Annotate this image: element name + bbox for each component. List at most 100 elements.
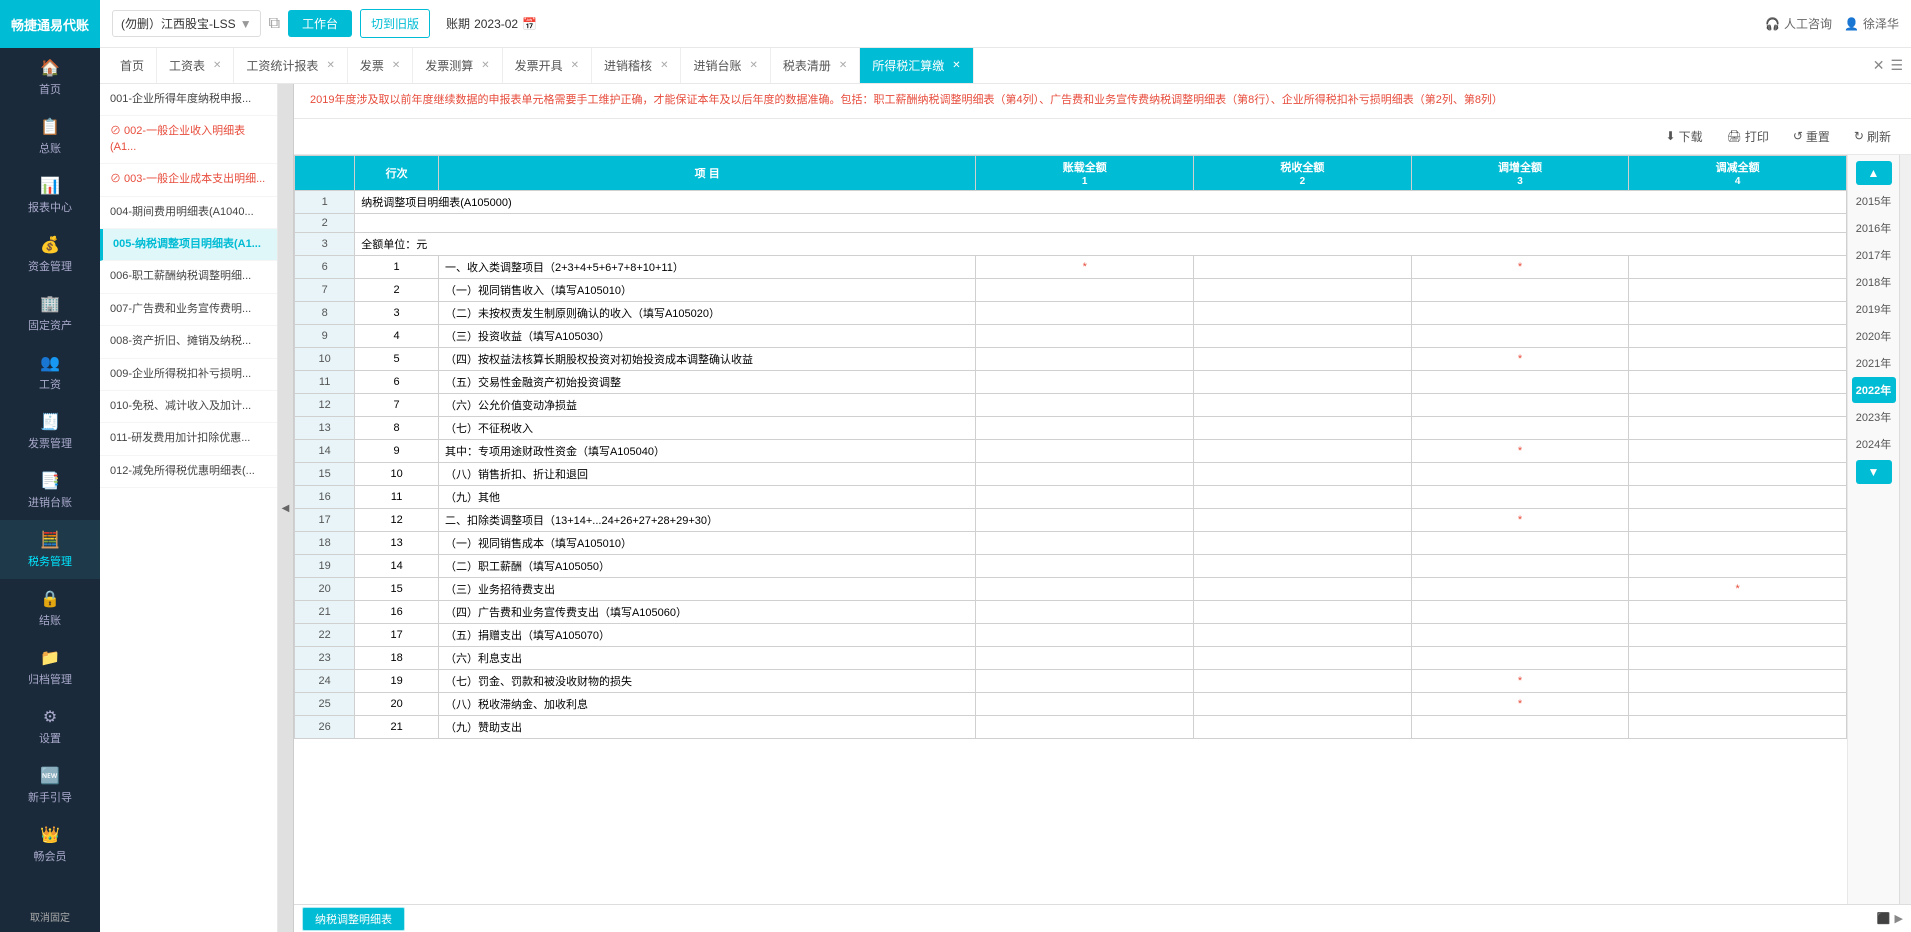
download-button[interactable]: ⬇ 下载: [1658, 125, 1711, 148]
left-panel-item-tax-reduce[interactable]: 009-企业所得税扣补亏损明...: [100, 359, 277, 391]
col3-cell-17[interactable]: [1411, 646, 1629, 669]
col4-cell-14[interactable]: *: [1629, 577, 1847, 600]
left-panel-item-corp-income[interactable]: 001-企业所得年度纳税申报...: [100, 84, 277, 116]
col1-cell-18[interactable]: [976, 669, 1194, 692]
col1-cell-1[interactable]: [976, 278, 1194, 301]
sidebar-item-vip[interactable]: 👑畅会员: [0, 815, 100, 874]
sidebar-item-tax-mgmt[interactable]: 🧮税务管理: [0, 520, 100, 579]
col4-cell-13[interactable]: [1629, 554, 1847, 577]
col1-cell-8[interactable]: [976, 439, 1194, 462]
close-all-tabs-button[interactable]: ✕: [1873, 57, 1885, 74]
col4-cell-8[interactable]: [1629, 439, 1847, 462]
sidebar-item-general-ledger[interactable]: 📋总账: [0, 107, 100, 166]
col2-cell-9[interactable]: [1194, 462, 1412, 485]
col1-cell-6[interactable]: [976, 393, 1194, 416]
tab-invoice-open[interactable]: 发票开具✕: [503, 48, 592, 84]
col1-cell-19[interactable]: [976, 692, 1194, 715]
tab-tax-clear[interactable]: 税表清册✕: [771, 48, 860, 84]
col4-cell-1[interactable]: [1629, 278, 1847, 301]
sidebar-item-close-period[interactable]: 🔒结账: [0, 579, 100, 638]
col2-cell-15[interactable]: [1194, 600, 1412, 623]
left-panel-item-asset-deprec[interactable]: 008-资产折旧、摊销及纳税...: [100, 326, 277, 358]
col3-cell-13[interactable]: [1411, 554, 1629, 577]
col1-cell-11[interactable]: [976, 508, 1194, 531]
col1-cell-3[interactable]: [976, 324, 1194, 347]
col2-cell-1[interactable]: [1194, 278, 1412, 301]
col2-cell-13[interactable]: [1194, 554, 1412, 577]
tab-payroll[interactable]: 工资表✕: [157, 48, 234, 84]
col2-cell-14[interactable]: [1194, 577, 1412, 600]
col3-cell-14[interactable]: [1411, 577, 1629, 600]
col3-cell-2[interactable]: [1411, 301, 1629, 324]
col4-cell-5[interactable]: [1629, 370, 1847, 393]
sidebar-item-fixed-assets[interactable]: 🏢固定资产: [0, 284, 100, 343]
col3-cell-19[interactable]: *: [1411, 692, 1629, 715]
tab-inbound-ledger[interactable]: 进销台账✕: [681, 48, 770, 84]
col3-cell-8[interactable]: *: [1411, 439, 1629, 462]
copy-icon[interactable]: ⧉: [269, 15, 280, 33]
year-item-2021年[interactable]: 2021年: [1852, 350, 1896, 376]
old-version-button[interactable]: 切到旧版: [360, 9, 430, 38]
col3-cell-15[interactable]: [1411, 600, 1629, 623]
year-item-2018年[interactable]: 2018年: [1852, 269, 1896, 295]
col4-cell-16[interactable]: [1629, 623, 1847, 646]
year-item-2017年[interactable]: 2017年: [1852, 242, 1896, 268]
sidebar-item-payroll[interactable]: 👥工资: [0, 343, 100, 402]
col3-cell-18[interactable]: *: [1411, 669, 1629, 692]
col1-cell-9[interactable]: [976, 462, 1194, 485]
col4-cell-19[interactable]: [1629, 692, 1847, 715]
col1-cell-4[interactable]: [976, 347, 1194, 370]
col2-cell-8[interactable]: [1194, 439, 1412, 462]
col2-cell-5[interactable]: [1194, 370, 1412, 393]
col4-cell-12[interactable]: [1629, 531, 1847, 554]
tab-close-inbound-check[interactable]: ✕: [660, 60, 668, 71]
sidebar-item-new-guide[interactable]: 🆕新手引导: [0, 756, 100, 815]
col3-cell-16[interactable]: [1411, 623, 1629, 646]
col3-cell-11[interactable]: *: [1411, 508, 1629, 531]
left-panel-item-period-fee[interactable]: 004-期间费用明细表(A1040...: [100, 197, 277, 229]
col4-cell-0[interactable]: [1629, 255, 1847, 278]
bottom-tab-tax-adjust-detail[interactable]: 纳税调整明细表: [302, 907, 405, 931]
sidebar-item-invoice-mgmt[interactable]: 🧾发票管理: [0, 402, 100, 461]
col1-cell-17[interactable]: [976, 646, 1194, 669]
year-item-2019年[interactable]: 2019年: [1852, 296, 1896, 322]
company-select[interactable]: (勿删）江西股宝-LSS ▼: [112, 10, 261, 37]
col1-cell-13[interactable]: [976, 554, 1194, 577]
col1-cell-14[interactable]: [976, 577, 1194, 600]
col2-cell-16[interactable]: [1194, 623, 1412, 646]
workbench-button[interactable]: 工作台: [288, 10, 352, 37]
tab-close-payroll-report[interactable]: ✕: [326, 60, 334, 71]
col2-cell-6[interactable]: [1194, 393, 1412, 416]
col2-cell-0[interactable]: [1194, 255, 1412, 278]
user-menu[interactable]: 👤 徐泽华: [1844, 15, 1899, 32]
print-button[interactable]: 🖨 打印: [1719, 125, 1777, 148]
col4-cell-17[interactable]: [1629, 646, 1847, 669]
tab-invoice[interactable]: 发票✕: [348, 48, 413, 84]
col1-cell-10[interactable]: [976, 485, 1194, 508]
col1-cell-2[interactable]: [976, 301, 1194, 324]
col3-cell-9[interactable]: [1411, 462, 1629, 485]
tab-close-invoice-calc[interactable]: ✕: [481, 60, 489, 71]
col1-cell-12[interactable]: [976, 531, 1194, 554]
col3-cell-6[interactable]: [1411, 393, 1629, 416]
year-item-2016年[interactable]: 2016年: [1852, 215, 1896, 241]
year-item-2023年[interactable]: 2023年: [1852, 404, 1896, 430]
year-up-button[interactable]: ▲: [1856, 161, 1892, 185]
col3-cell-7[interactable]: [1411, 416, 1629, 439]
col3-cell-4[interactable]: *: [1411, 347, 1629, 370]
tab-close-income-tax[interactable]: ✕: [952, 60, 960, 71]
col4-cell-20[interactable]: [1629, 715, 1847, 738]
col2-cell-11[interactable]: [1194, 508, 1412, 531]
year-down-button[interactable]: ▼: [1856, 460, 1892, 484]
col4-cell-7[interactable]: [1629, 416, 1847, 439]
col2-cell-12[interactable]: [1194, 531, 1412, 554]
col3-cell-0[interactable]: *: [1411, 255, 1629, 278]
left-panel-item-reduce-tax[interactable]: 012-减免所得税优惠明细表(...: [100, 456, 277, 488]
left-panel-item-exempt-inc[interactable]: 010-免税、减计收入及加计...: [100, 391, 277, 423]
left-panel-item-general-income[interactable]: ⊘ 002-一般企业收入明细表(A1...: [100, 116, 277, 164]
year-item-2024年[interactable]: 2024年: [1852, 431, 1896, 457]
col1-cell-16[interactable]: [976, 623, 1194, 646]
tab-inbound-check[interactable]: 进销稽核✕: [592, 48, 681, 84]
left-panel-item-rd-deduct[interactable]: 011-研发费用加计扣除优惠...: [100, 423, 277, 455]
col3-cell-10[interactable]: [1411, 485, 1629, 508]
